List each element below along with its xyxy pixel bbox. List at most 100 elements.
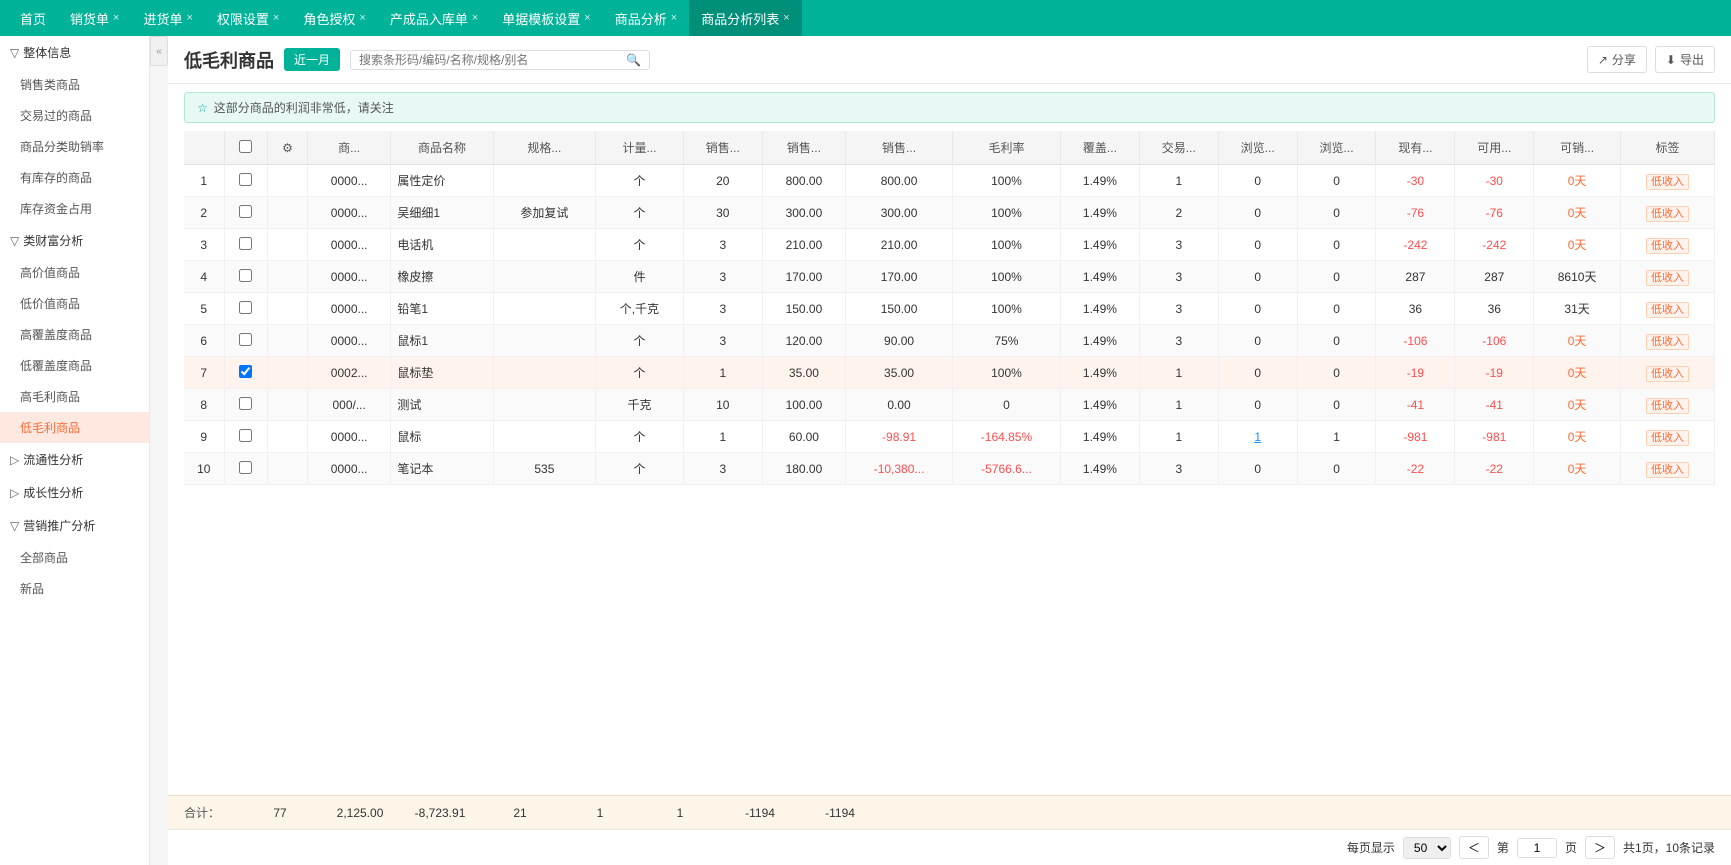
share-button[interactable]: ↗ 分享 [1587,46,1647,73]
table-row: 3 0000... 电话机 个 3 210.00 210.00 100% 1.4… [184,229,1715,261]
col-spec: 规格... [493,131,595,165]
cell-salable: 0天 [1534,229,1621,261]
close-goods-analysis-tab[interactable]: × [671,12,677,24]
cell-sales-price: 800.00 [762,165,845,197]
cell-checkbox [224,197,268,229]
close-product-storage-tab[interactable]: × [472,12,478,24]
cell-index: 5 [184,293,224,325]
sidebar-group-overall[interactable]: ▽ 整体信息 [0,36,149,69]
search-input[interactable] [359,53,626,67]
per-page-select[interactable]: 50 [1403,837,1451,859]
close-permission-tab[interactable]: × [273,12,279,24]
cell-sales-amount: 800.00 [846,165,953,197]
cell-name: 电话机 [391,229,493,261]
notice-icon: ☆ [197,101,208,115]
row-checkbox[interactable] [239,365,252,378]
sidebar-item-sales-goods[interactable]: 销售类商品 [0,69,149,100]
cell-coverage: 1.49% [1060,229,1139,261]
sidebar-item-low-value[interactable]: 低价值商品 [0,288,149,319]
cell-empty [268,229,308,261]
cell-current: -41 [1376,389,1455,421]
cell-gross-rate: 100% [952,261,1060,293]
cell-browse1: 0 [1218,261,1297,293]
cell-index: 2 [184,197,224,229]
row-checkbox[interactable] [239,301,252,314]
row-checkbox[interactable] [239,461,252,474]
cell-name: 鼠标 [391,421,493,453]
sidebar-item-low-coverage[interactable]: 低覆盖度商品 [0,350,149,381]
cell-gross-rate: 100% [952,165,1060,197]
prev-page-button[interactable]: ＜ [1459,836,1489,859]
sidebar-item-low-profit[interactable]: 低毛利商品 [0,412,149,443]
cell-trade: 1 [1139,389,1218,421]
sidebar-item-new-goods[interactable]: 新品 [0,573,149,604]
sidebar-item-all-goods[interactable]: 全部商品 [0,542,149,573]
close-sales-tab[interactable]: × [113,12,119,24]
nav-template[interactable]: 单据模板设置 × [490,0,602,36]
next-page-button[interactable]: ＞ [1585,836,1615,859]
sidebar-group-growth[interactable]: ▷ 成长性分析 [0,476,149,509]
time-filter-button[interactable]: 近一月 [284,48,340,71]
sidebar-item-high-coverage[interactable]: 高覆盖度商品 [0,319,149,350]
nav-product-storage[interactable]: 产成品入库单 × [378,0,490,36]
row-checkbox[interactable] [239,397,252,410]
sidebar-item-category-rate[interactable]: 商品分类助销率 [0,131,149,162]
row-checkbox[interactable] [239,269,252,282]
search-icon[interactable]: 🔍 [626,53,641,67]
cell-trade: 1 [1139,421,1218,453]
page-number-input[interactable] [1517,838,1557,858]
nav-permission[interactable]: 权限设置 × [205,0,291,36]
cell-index: 7 [184,357,224,389]
nav-goods-analysis-list[interactable]: 商品分析列表 × [689,0,801,36]
cell-code: 0000... [307,197,390,229]
cell-sales-amount: 35.00 [846,357,953,389]
table-footer: 合计： 77 2,125.00 -8,723.91 21 1 1 -1194 -… [168,795,1731,829]
cell-spec [493,389,595,421]
col-settings[interactable]: ⚙ [268,131,308,165]
cell-sales-qty: 1 [683,421,762,453]
col-checkbox [224,131,268,165]
cell-unit: 个 [596,421,684,453]
cell-current: -106 [1376,325,1455,357]
row-checkbox[interactable] [239,237,252,250]
sidebar-group-marketing[interactable]: ▽ 营销推广分析 [0,509,149,542]
nav-purchase[interactable]: 进货单 × [131,0,204,36]
sidebar-item-in-stock[interactable]: 有库存的商品 [0,162,149,193]
footer-trade: 21 [480,806,560,820]
cell-spec [493,229,595,261]
sidebar-group-wealth[interactable]: ▽ 类财富分析 [0,224,149,257]
close-role-tab[interactable]: × [359,12,365,24]
cell-salable: 0天 [1534,453,1621,485]
notice-text: 这部分商品的利润非常低，请关注 [214,99,394,116]
sidebar-item-high-value[interactable]: 高价值商品 [0,257,149,288]
sidebar-item-high-profit[interactable]: 高毛利商品 [0,381,149,412]
nav-sales[interactable]: 销货单 × [58,0,131,36]
row-checkbox[interactable] [239,429,252,442]
sidebar-item-stock-capital[interactable]: 库存资金占用 [0,193,149,224]
table-row: 8 000/... 测试 千克 10 100.00 0.00 0 1.49% 1… [184,389,1715,421]
sidebar-group-circulation[interactable]: ▷ 流通性分析 [0,443,149,476]
cell-salable: 0天 [1534,165,1621,197]
cell-browse2: 1 [1297,421,1376,453]
cell-unit: 个 [596,229,684,261]
select-all-checkbox[interactable] [239,140,252,153]
cell-coverage: 1.49% [1060,261,1139,293]
nav-goods-analysis[interactable]: 商品分析 × [603,0,689,36]
cell-checkbox [224,229,268,261]
export-button[interactable]: ⬇ 导出 [1655,46,1715,73]
sidebar-item-traded-goods[interactable]: 交易过的商品 [0,100,149,131]
arrow-icon-wealth: ▽ [10,234,19,248]
cell-current: -981 [1376,421,1455,453]
nav-home[interactable]: 首页 [8,0,58,36]
close-goods-analysis-list-tab[interactable]: × [783,12,789,24]
cell-index: 4 [184,261,224,293]
sidebar-collapse-button[interactable]: « [150,36,168,66]
close-purchase-tab[interactable]: × [186,12,192,24]
row-checkbox[interactable] [239,173,252,186]
row-checkbox[interactable] [239,205,252,218]
col-salable: 可销... [1534,131,1621,165]
row-checkbox[interactable] [239,333,252,346]
cell-empty [268,453,308,485]
nav-role[interactable]: 角色授权 × [291,0,377,36]
close-template-tab[interactable]: × [584,12,590,24]
